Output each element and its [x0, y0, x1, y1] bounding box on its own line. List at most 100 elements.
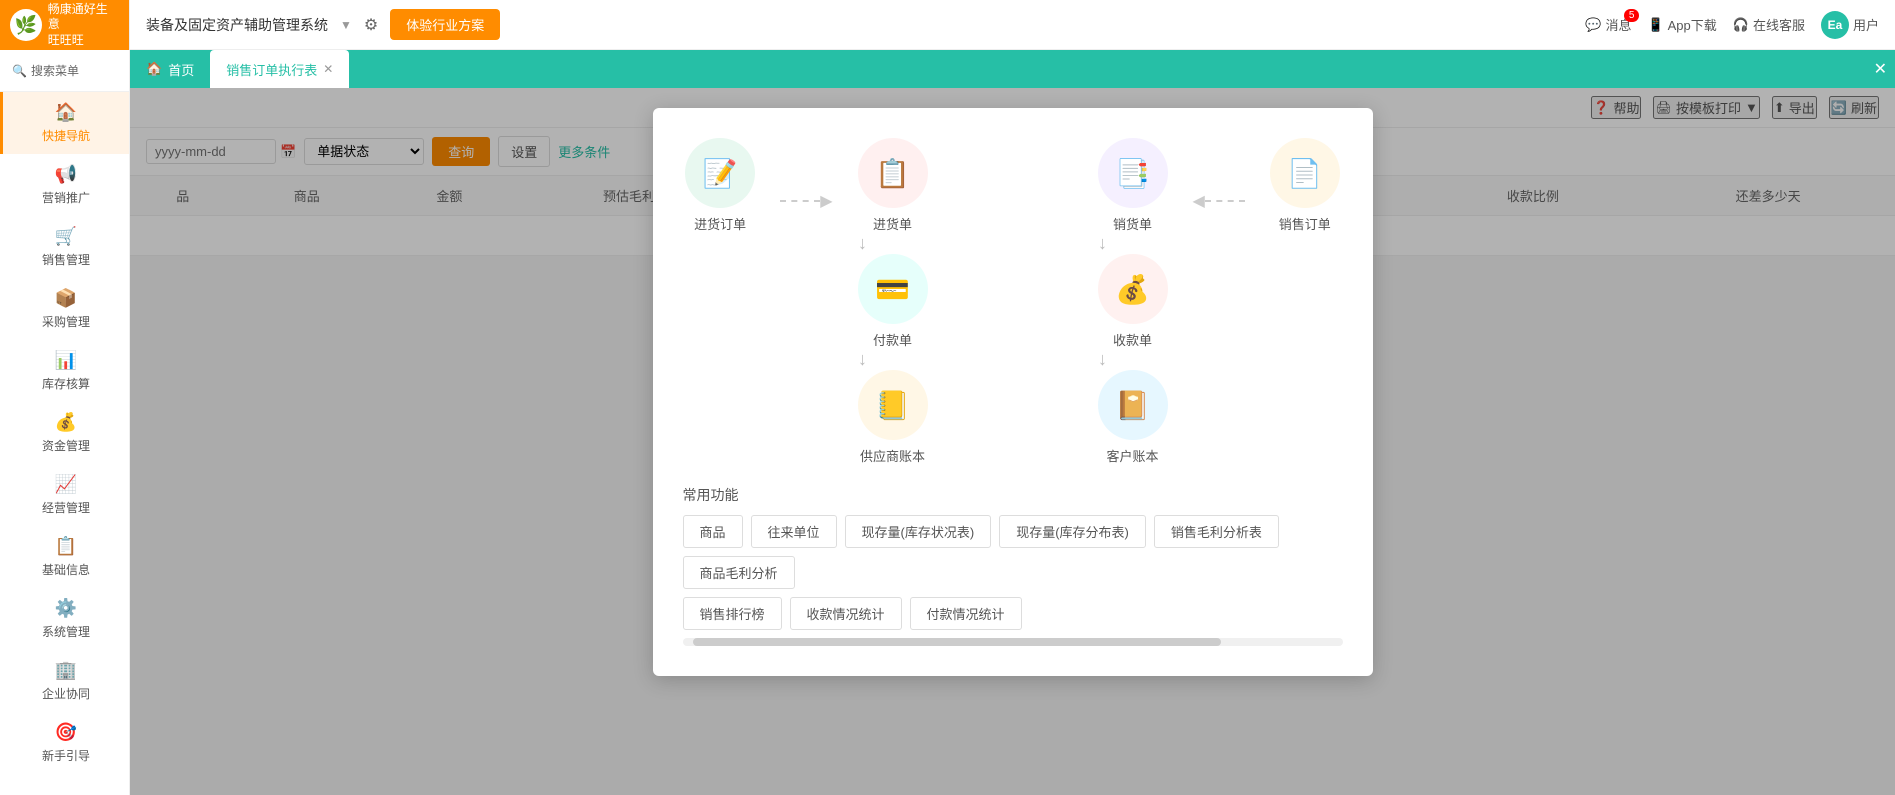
btn-current-stock-dist[interactable]: 现存量(库存分布表)	[999, 515, 1146, 548]
purchase-order-label: 进货订单	[694, 214, 746, 233]
topbar: 装备及固定资产辅助管理系统 ▼ ⚙ 体验行业方案 💬 消息 5 📱 App下载 …	[130, 0, 1895, 50]
arrow-row-2: ↓ ↓	[683, 349, 1343, 370]
message-item[interactable]: 💬 消息 5	[1585, 15, 1631, 34]
operations-icon: 📈	[55, 474, 77, 495]
tab-home[interactable]: 🏠 首页	[130, 50, 210, 88]
sidebar-item-quick-nav[interactable]: 🏠 快捷导航	[0, 92, 129, 154]
sidebar-item-system[interactable]: ⚙️ 系统管理	[0, 588, 129, 650]
tab-sales-order-exec[interactable]: 销售订单执行表 ✕	[210, 50, 349, 88]
tab-close-icon[interactable]: ✕	[323, 62, 333, 76]
modal-scroll	[683, 630, 1343, 646]
sidebar-item-inventory[interactable]: 📊 库存核算	[0, 340, 129, 402]
flow-item-supplier-ledger[interactable]: 📒 供应商账本	[833, 370, 953, 465]
purchase-icon: 📦	[55, 288, 77, 309]
payment-bill-label: 付款单	[873, 330, 912, 349]
flow-item-payment-bill[interactable]: 💳 付款单	[833, 254, 953, 349]
message-badge: 5	[1624, 9, 1640, 22]
purchase-bill-icon: 📋	[858, 138, 928, 208]
flow-item-purchase-order[interactable]: 📝 进货订单	[660, 138, 780, 233]
flow-diagram: 📝 进货订单 ▶ 📋 进货单	[683, 138, 1343, 465]
sales-order-icon: 📄	[1270, 138, 1340, 208]
flow-item-purchase-bill[interactable]: 📋 进货单	[833, 138, 953, 233]
finance-icon: 💰	[55, 412, 77, 433]
common-buttons-group: 商品 往来单位 现存量(库存状况表) 现存量(库存分布表) 销售毛利分析表 商品…	[683, 515, 1343, 589]
btn-product-gross-analysis[interactable]: 商品毛利分析	[683, 556, 795, 589]
sidebar-item-finance[interactable]: 💰 资金管理	[0, 402, 129, 464]
sales-bill-icon: 📑	[1098, 138, 1168, 208]
btn-sales-ranking[interactable]: 销售排行榜	[683, 597, 782, 630]
logo-text: 畅康通好生意 旺旺旺	[48, 2, 119, 49]
receipt-bill-label: 收款单	[1113, 330, 1152, 349]
supplier-ledger-icon: 📒	[858, 370, 928, 440]
modal-dialog: 📝 进货订单 ▶ 📋 进货单	[653, 108, 1373, 676]
home-tab-icon: 🏠	[146, 61, 162, 77]
modal-overlay: 📝 进货订单 ▶ 📋 进货单	[130, 88, 1895, 795]
scroll-track	[683, 638, 1343, 646]
btn-product[interactable]: 商品	[683, 515, 743, 548]
system-title: 装备及固定资产辅助管理系统	[146, 15, 328, 35]
sidebar-logo: 🌿 畅康通好生意 旺旺旺	[0, 0, 129, 50]
customer-ledger-icon: 📔	[1098, 370, 1168, 440]
basic-info-icon: 📋	[55, 536, 77, 557]
message-icon: 💬	[1585, 17, 1601, 33]
scroll-thumb[interactable]	[693, 638, 1221, 646]
search-icon: 🔍	[12, 64, 27, 78]
marketing-icon: 📢	[55, 164, 77, 185]
customer-ledger-label: 客户账本	[1106, 446, 1158, 465]
main-content: 装备及固定资产辅助管理系统 ▼ ⚙ 体验行业方案 💬 消息 5 📱 App下载 …	[130, 0, 1895, 795]
flow-item-sales-order[interactable]: 📄 销售订单	[1245, 138, 1365, 233]
arrow-row: ↓ ↓	[683, 233, 1343, 254]
btn-sales-gross-analysis[interactable]: 销售毛利分析表	[1154, 515, 1279, 548]
common-functions-title: 常用功能	[683, 485, 1343, 505]
inventory-icon: 📊	[55, 350, 77, 371]
tabbar-close-icon[interactable]: ✕	[1874, 59, 1887, 79]
gear-icon[interactable]: ⚙	[364, 15, 378, 35]
search-menu-button[interactable]: 🔍 搜索菜单	[8, 58, 121, 83]
flow-item-sales-bill[interactable]: 📑 销货单	[1073, 138, 1193, 233]
btn-receipt-stats[interactable]: 收款情况统计	[790, 597, 902, 630]
sidebar-item-marketing[interactable]: 📢 营销推广	[0, 154, 129, 216]
receipt-bill-icon: 💰	[1098, 254, 1168, 324]
sidebar-item-operations[interactable]: 📈 经营管理	[0, 464, 129, 526]
flow-item-customer-ledger[interactable]: 📔 客户账本	[1073, 370, 1193, 465]
sidebar-item-newbie[interactable]: 🎯 新手引导	[0, 712, 129, 774]
flow-item-receipt-bill[interactable]: 💰 收款单	[1073, 254, 1193, 349]
btn-counterpart[interactable]: 往来单位	[751, 515, 837, 548]
dropdown-arrow-icon[interactable]: ▼	[340, 18, 352, 32]
arrow-right-1: ▶	[780, 191, 832, 233]
sidebar: 🌿 畅康通好生意 旺旺旺 🔍 搜索菜单 🏠 快捷导航 📢 营销推广	[0, 0, 130, 795]
purchase-order-icon: 📝	[685, 138, 755, 208]
newbie-icon: 🎯	[55, 722, 77, 743]
tabbar: 🏠 首页 销售订单执行表 ✕ ✕	[130, 50, 1895, 88]
sales-order-label: 销售订单	[1279, 214, 1331, 233]
common-functions: 常用功能 商品 往来单位 现存量(库存状况表) 现存量(库存分布表) 销售毛利分…	[683, 485, 1343, 630]
sales-icon: 🛒	[55, 226, 77, 247]
sidebar-nav: 🏠 快捷导航 📢 营销推广 🛒 销售管理 📦 采购管理 📊 库存核算 💰	[0, 92, 129, 795]
sidebar-item-purchase[interactable]: 📦 采购管理	[0, 278, 129, 340]
btn-payment-stats[interactable]: 付款情况统计	[910, 597, 1022, 630]
avatar: Ea	[1821, 11, 1849, 39]
sidebar-item-basic-info[interactable]: 📋 基础信息	[0, 526, 129, 588]
system-icon: ⚙️	[55, 598, 77, 619]
payment-bill-icon: 💳	[858, 254, 928, 324]
phone-icon: 📱	[1647, 17, 1663, 33]
supplier-ledger-label: 供应商账本	[860, 446, 925, 465]
sidebar-item-sales[interactable]: 🛒 销售管理	[0, 216, 129, 278]
arrow-left-1: ◀	[1193, 191, 1245, 233]
topbar-right: 💬 消息 5 📱 App下载 🎧 在线客服 Ea 用户	[1585, 11, 1879, 39]
service-icon: 🎧	[1733, 17, 1749, 33]
sidebar-item-enterprise[interactable]: 🏢 企业协同	[0, 650, 129, 712]
app-download-item[interactable]: 📱 App下载	[1647, 15, 1716, 34]
btn-current-stock-status[interactable]: 现存量(库存状况表)	[845, 515, 992, 548]
page-area: ❓ 帮助 🖨 按模板打印 ▼ ⬆ 导出 🔄 刷新	[130, 88, 1895, 795]
enterprise-icon: 🏢	[55, 660, 77, 681]
sales-bill-label: 销货单	[1113, 214, 1152, 233]
experience-btn[interactable]: 体验行业方案	[390, 9, 500, 40]
common-buttons-group-2: 销售排行榜 收款情况统计 付款情况统计	[683, 597, 1343, 630]
user-item[interactable]: Ea 用户	[1821, 11, 1879, 39]
online-service-item[interactable]: 🎧 在线客服	[1733, 15, 1805, 34]
logo-icon: 🌿	[10, 9, 42, 41]
sidebar-search-area: 🔍 搜索菜单	[0, 50, 129, 92]
purchase-bill-label: 进货单	[873, 214, 912, 233]
home-icon: 🏠	[55, 102, 77, 123]
